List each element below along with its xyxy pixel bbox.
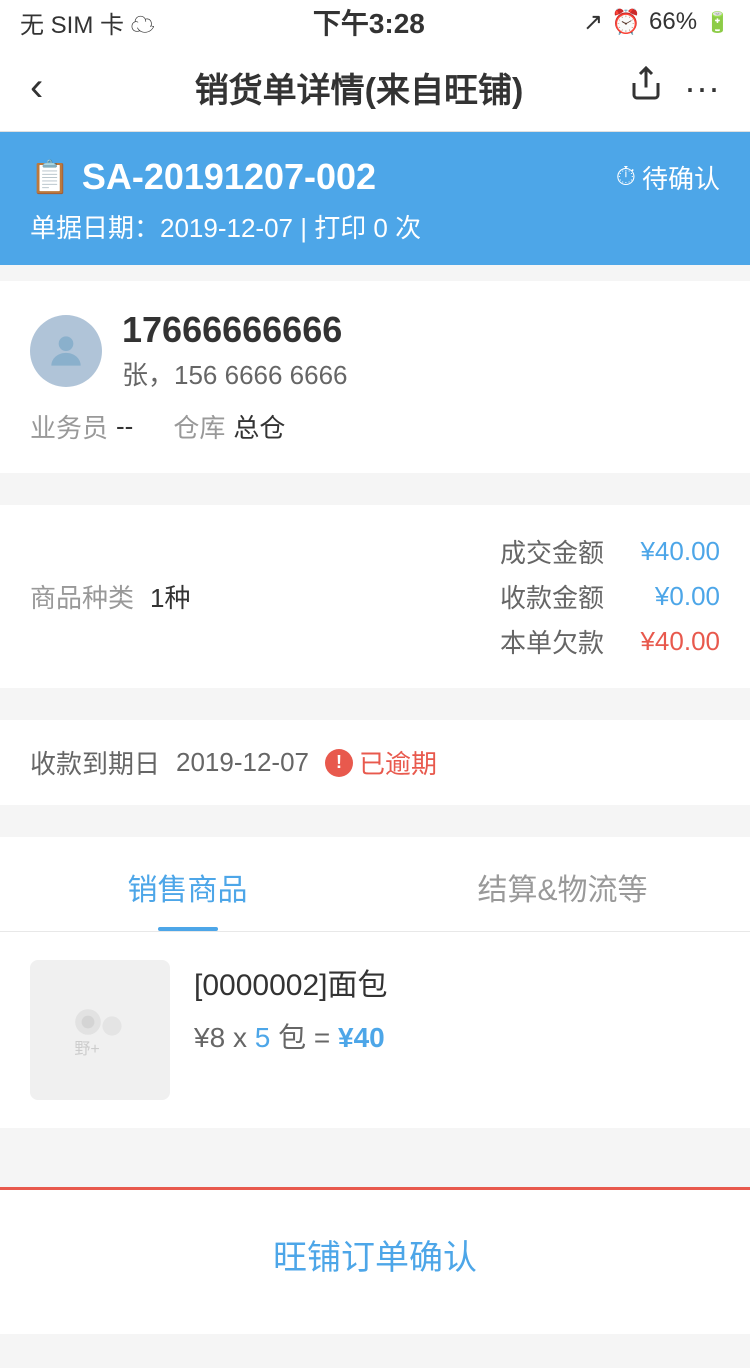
back-button[interactable]: ‹: [30, 65, 90, 110]
due-date-value: 2019-12-07: [176, 747, 309, 778]
clock-icon: ⏱: [616, 161, 636, 193]
tabs-section: 销售商品 结算&物流等: [0, 837, 750, 932]
info-row: 业务员 -- 仓库 总仓: [30, 408, 720, 445]
sim-status: 无 SIM 卡 ☁: [20, 5, 155, 40]
tab-settlement[interactable]: 结算&物流等: [375, 837, 750, 931]
owed-amount-row: 本单欠款 ¥40.00: [375, 623, 720, 660]
multiply-sign: x: [233, 1022, 255, 1053]
total-price: ¥40: [338, 1022, 385, 1053]
svg-text:野+: 野+: [74, 1040, 99, 1058]
due-date-label: 收款到期日: [30, 744, 160, 781]
deal-amount-row: 成交金额 ¥40.00: [375, 533, 720, 570]
customer-section: 17666666666 张，156 6666 6666 业务员 -- 仓库 总仓: [0, 281, 750, 473]
type-label: 商品种类: [30, 578, 134, 615]
order-header-card: 📋 SA-20191207-002 ⏱ 待确认 单据日期：2019-12-07 …: [0, 132, 750, 265]
battery-status: 66%: [649, 8, 697, 36]
alarm-icon: ⏰: [611, 8, 641, 37]
due-date-section: 收款到期日 2019-12-07 ! 已逾期: [0, 720, 750, 805]
product-thumbnail: 野+: [30, 960, 170, 1100]
type-value: 1种: [150, 578, 190, 615]
received-label: 收款金额: [500, 578, 604, 615]
status-bar: 无 SIM 卡 ☁ 下午3:28 ↗ ⏰ 66% 🔋: [0, 0, 750, 44]
owed-label: 本单欠款: [500, 623, 604, 660]
quantity: 5: [255, 1022, 271, 1053]
confirm-order-button[interactable]: 旺铺订单确认: [30, 1210, 720, 1298]
deal-amount-value: ¥40.00: [620, 536, 720, 567]
received-amount-row: 收款金额 ¥0.00: [375, 578, 720, 615]
location-icon: ↗: [583, 8, 603, 37]
order-status: ⏱ 待确认: [616, 159, 720, 196]
warehouse-value: 总仓: [233, 408, 285, 445]
order-header-top: 📋 SA-20191207-002 ⏱ 待确认: [30, 156, 720, 198]
customer-info: 17666666666 张，156 6666 6666: [122, 309, 348, 392]
warehouse-label: 仓库: [173, 408, 225, 445]
product-type: 商品种类 1种: [30, 533, 375, 660]
product-info: [0000002]面包 ¥8 x 5 包 = ¥40: [194, 960, 720, 1056]
order-id: 📋 SA-20191207-002: [30, 156, 376, 198]
status-left: 无 SIM 卡 ☁: [20, 5, 155, 40]
nav-bar: ‹ 销货单详情(来自旺铺) ···: [0, 44, 750, 132]
product-name: [0000002]面包: [194, 960, 720, 1004]
status-time: 下午3:28: [313, 2, 425, 42]
status-right: ↗ ⏰ 66% 🔋: [583, 8, 730, 37]
owed-value: ¥40.00: [620, 626, 720, 657]
salesperson-item: 业务员 --: [30, 408, 133, 445]
order-icon: 📋: [30, 158, 70, 196]
confirm-button-container: 旺铺订单确认: [0, 1187, 750, 1334]
salesperson-label: 业务员: [30, 408, 108, 445]
overdue-icon: !: [325, 749, 353, 777]
battery-icon: 🔋: [705, 10, 730, 35]
customer-sub: 张，156 6666 6666: [122, 355, 348, 392]
overdue-text: 已逾期: [359, 744, 437, 781]
order-date: 单据日期：2019-12-07 | 打印 0 次: [30, 208, 720, 245]
tab-sales-products[interactable]: 销售商品: [0, 837, 375, 931]
equals-sign: =: [314, 1022, 338, 1053]
unit: 包: [278, 1022, 306, 1053]
share-button[interactable]: [628, 65, 664, 110]
customer-row: 17666666666 张，156 6666 6666: [30, 309, 720, 392]
product-price: ¥8 x 5 包 = ¥40: [194, 1016, 720, 1056]
nav-actions: ···: [628, 65, 720, 110]
summary-section: 商品种类 1种 成交金额 ¥40.00 收款金额 ¥0.00 本单欠款 ¥40.…: [0, 505, 750, 688]
more-button[interactable]: ···: [684, 67, 720, 109]
unit-price: ¥8: [194, 1022, 225, 1053]
received-value: ¥0.00: [620, 581, 720, 612]
amount-summary: 成交金额 ¥40.00 收款金额 ¥0.00 本单欠款 ¥40.00: [375, 533, 720, 660]
overdue-badge: ! 已逾期: [325, 744, 437, 781]
deal-amount-label: 成交金额: [500, 533, 604, 570]
product-section: 野+ [0000002]面包 ¥8 x 5 包 = ¥40: [0, 932, 750, 1128]
customer-phone: 17666666666: [122, 309, 348, 351]
salesperson-value: --: [116, 411, 133, 442]
page-title: 销货单详情(来自旺铺): [195, 63, 524, 112]
avatar: [30, 315, 102, 387]
warehouse-item: 仓库 总仓: [173, 408, 285, 445]
tabs-row: 销售商品 结算&物流等: [0, 837, 750, 932]
